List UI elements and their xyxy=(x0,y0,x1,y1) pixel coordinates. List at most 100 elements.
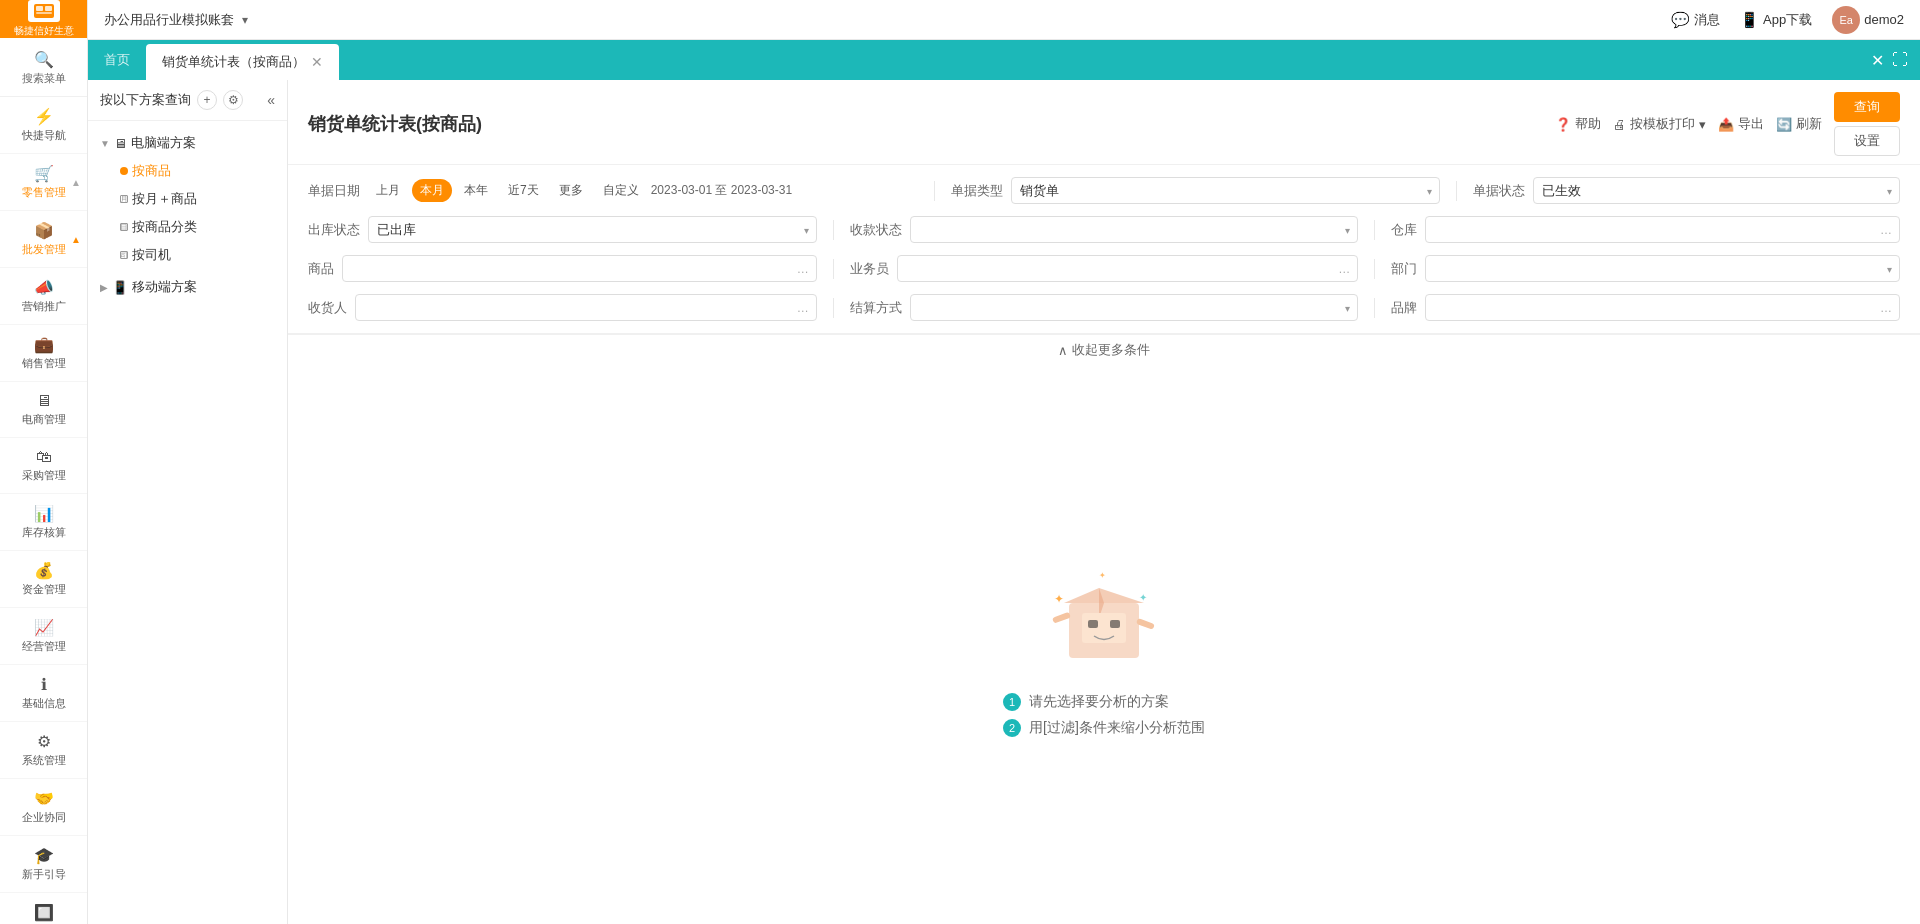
filter-doc-status: 单据状态 已生效 ▾ xyxy=(1473,177,1900,204)
sidebar-finance-label: 资金管理 xyxy=(22,582,66,597)
out-status-select[interactable]: 已出库 xyxy=(368,216,817,243)
page-actions: ❓ 帮助 🖨 按模板打印 ▾ 📤 导出 🔄 刷新 xyxy=(1555,92,1900,156)
mobile-group-header[interactable]: ▶ 📱 移动端方案 xyxy=(88,273,287,301)
scheme-item-by-product[interactable]: 按商品 xyxy=(88,157,287,185)
sidebar-item-retail[interactable]: 🛒 零售管理 ▲ xyxy=(0,154,87,211)
settlement-select[interactable] xyxy=(910,294,1359,321)
date-filter-buttons: 上月 本月 本年 近7天 更多 自定义 2023-03-01 至 2023-03… xyxy=(368,179,918,202)
sidebar-item-enterprise[interactable]: 🤝 企业协同 xyxy=(0,779,87,836)
sidebar-item-wholesale[interactable]: 📦 批发管理 ▲ xyxy=(0,211,87,268)
sidebar-item-system[interactable]: ⚙ 系统管理 xyxy=(0,722,87,779)
sidebar-item-purchase[interactable]: 🛍 采购管理 xyxy=(0,438,87,494)
window-minimize-icon[interactable]: ✕ xyxy=(1871,51,1884,70)
print-button[interactable]: 🖨 按模板打印 ▾ xyxy=(1613,115,1706,133)
pc-group-header[interactable]: ▼ 🖥 电脑端方案 xyxy=(88,129,287,157)
staff-input[interactable] xyxy=(897,255,1359,282)
warehouse-input[interactable] xyxy=(1425,216,1900,243)
user-name: demo2 xyxy=(1864,12,1904,27)
sidebar-item-finance[interactable]: 💰 资金管理 xyxy=(0,551,87,608)
date-btn-this-year[interactable]: 本年 xyxy=(456,179,496,202)
app-download-action[interactable]: 📱 App下载 xyxy=(1740,11,1812,29)
app-name: 畅捷信好生意 xyxy=(14,24,74,38)
staff-ellipsis[interactable]: … xyxy=(1338,262,1350,276)
dept-select[interactable] xyxy=(1425,255,1900,282)
sidebar-search[interactable]: 🔍 搜索菜单 xyxy=(0,38,87,97)
scheme-collapse-button[interactable]: « xyxy=(267,92,275,108)
refresh-button[interactable]: 🔄 刷新 xyxy=(1776,115,1822,133)
newbie-icon: 🎓 xyxy=(34,846,54,865)
brand-input[interactable] xyxy=(1425,294,1900,321)
tab-home[interactable]: 首页 xyxy=(88,40,146,80)
quick-nav-label: 快捷导航 xyxy=(22,128,66,143)
sidebar-system-label: 系统管理 xyxy=(22,753,66,768)
retail-icon: 🛒 xyxy=(34,164,54,183)
date-btn-more[interactable]: 更多 xyxy=(551,179,591,202)
sidebar-item-sales[interactable]: 💼 销售管理 xyxy=(0,325,87,382)
empty-steps: 1 请先选择要分析的方案 2 用[过滤]条件来缩小分析范围 xyxy=(1003,693,1205,737)
topbar-dropdown[interactable]: ▾ xyxy=(242,13,248,27)
date-btn-custom[interactable]: 自定义 xyxy=(595,179,647,202)
print-dropdown-icon: ▾ xyxy=(1699,117,1706,132)
date-btn-last-month[interactable]: 上月 xyxy=(368,179,408,202)
product-ellipsis[interactable]: … xyxy=(797,262,809,276)
sidebar-item-inventory[interactable]: 📊 库存核算 xyxy=(0,494,87,551)
step-1-num: 1 xyxy=(1003,693,1021,711)
receiver-ellipsis[interactable]: … xyxy=(797,301,809,315)
filter-divider-7 xyxy=(833,298,834,318)
query-settings-group: 查询 设置 xyxy=(1834,92,1900,156)
apps-icon: 🔲 xyxy=(34,903,54,922)
query-button[interactable]: 查询 xyxy=(1834,92,1900,122)
filter-receive-status: 收款状态 ▾ xyxy=(850,216,1359,243)
warehouse-ellipsis[interactable]: … xyxy=(1880,223,1892,237)
receive-status-select[interactable] xyxy=(910,216,1359,243)
date-btn-this-month[interactable]: 本月 xyxy=(412,179,452,202)
sidebar-item-newbie[interactable]: 🎓 新手引导 xyxy=(0,836,87,893)
tab-close-icon[interactable]: ✕ xyxy=(311,54,323,70)
date-filter-label: 单据日期 xyxy=(308,182,360,200)
svg-rect-3 xyxy=(36,12,52,14)
doc-status-select[interactable]: 已生效 xyxy=(1533,177,1900,204)
sidebar-item-ecommerce[interactable]: 🖥 电商管理 xyxy=(0,382,87,438)
date-btn-last-7-days[interactable]: 近7天 xyxy=(500,179,547,202)
sidebar-item-quick-nav[interactable]: ⚡ 快捷导航 xyxy=(0,97,87,154)
app-logo[interactable]: 畅捷信好生意 xyxy=(0,0,88,38)
scheme-item-by-month-product[interactable]: 月 按月＋商品 xyxy=(88,185,287,213)
window-maximize-icon[interactable]: ⛶ xyxy=(1892,51,1908,69)
tab-sales-stat[interactable]: 销货单统计表（按商品） ✕ xyxy=(146,44,339,80)
scheme-item-by-category[interactable]: 目 按商品分类 xyxy=(88,213,287,241)
collapse-bar[interactable]: ∧ 收起更多条件 xyxy=(288,334,1920,365)
scheme-settings-button[interactable]: ⚙ xyxy=(223,90,243,110)
step-2-text: 用[过滤]条件来缩小分析范围 xyxy=(1029,719,1205,737)
message-action[interactable]: 💬 消息 xyxy=(1671,11,1720,29)
dept-control: ▾ xyxy=(1425,255,1900,282)
scheme-panel: 按以下方案查询 + ⚙ « ▼ 🖥 电脑端方案 xyxy=(88,80,288,924)
doc-type-select[interactable]: 销货单 xyxy=(1011,177,1439,204)
scheme-add-button[interactable]: + xyxy=(197,90,217,110)
receiver-input[interactable] xyxy=(355,294,817,321)
collapse-arrow-icon: ∧ xyxy=(1058,343,1068,358)
topbar-industry: 办公用品行业模拟账套 xyxy=(104,11,234,29)
sidebar-wholesale-label: 批发管理 xyxy=(22,242,66,257)
scheme-item-by-cashier[interactable]: 司 按司机 xyxy=(88,241,287,269)
help-button[interactable]: ❓ 帮助 xyxy=(1555,115,1601,133)
brand-ellipsis[interactable]: … xyxy=(1880,301,1892,315)
user-menu[interactable]: Ea demo2 xyxy=(1832,6,1904,34)
sidebar-retail-label: 零售管理 xyxy=(22,185,66,200)
help-label: 帮助 xyxy=(1575,115,1601,133)
sidebar-marketing-label: 营销推广 xyxy=(22,299,66,314)
filter-row-1: 单据日期 上月 本月 本年 近7天 更多 自定义 2023-03-01 至 20… xyxy=(308,177,1900,204)
export-button[interactable]: 📤 导出 xyxy=(1718,115,1764,133)
product-input[interactable] xyxy=(342,255,817,282)
sidebar-item-marketing[interactable]: 📣 营销推广 xyxy=(0,268,87,325)
sidebar-item-basic[interactable]: ℹ 基础信息 xyxy=(0,665,87,722)
sidebar-nav: 🛒 零售管理 ▲ 📦 批发管理 ▲ 📣 营销推广 💼 销售管理 🖥 电商管理 🛍… xyxy=(0,154,87,924)
filter-warehouse: 仓库 … xyxy=(1391,216,1900,243)
filter-receiver: 收货人 … xyxy=(308,294,817,321)
sidebar-item-operations[interactable]: 📈 经营管理 xyxy=(0,608,87,665)
settings-button[interactable]: 设置 xyxy=(1834,126,1900,156)
scheme-tree: ▼ 🖥 电脑端方案 按商品 月 按月＋商品 目 按商品分类 xyxy=(88,121,287,924)
refresh-icon: 🔄 xyxy=(1776,117,1792,132)
tab-sales-stat-label: 销货单统计表（按商品） xyxy=(162,53,305,71)
sidebar-item-apps[interactable]: 🔲 应用中心 xyxy=(0,893,87,924)
mobile-group-arrow: ▶ xyxy=(100,282,108,293)
